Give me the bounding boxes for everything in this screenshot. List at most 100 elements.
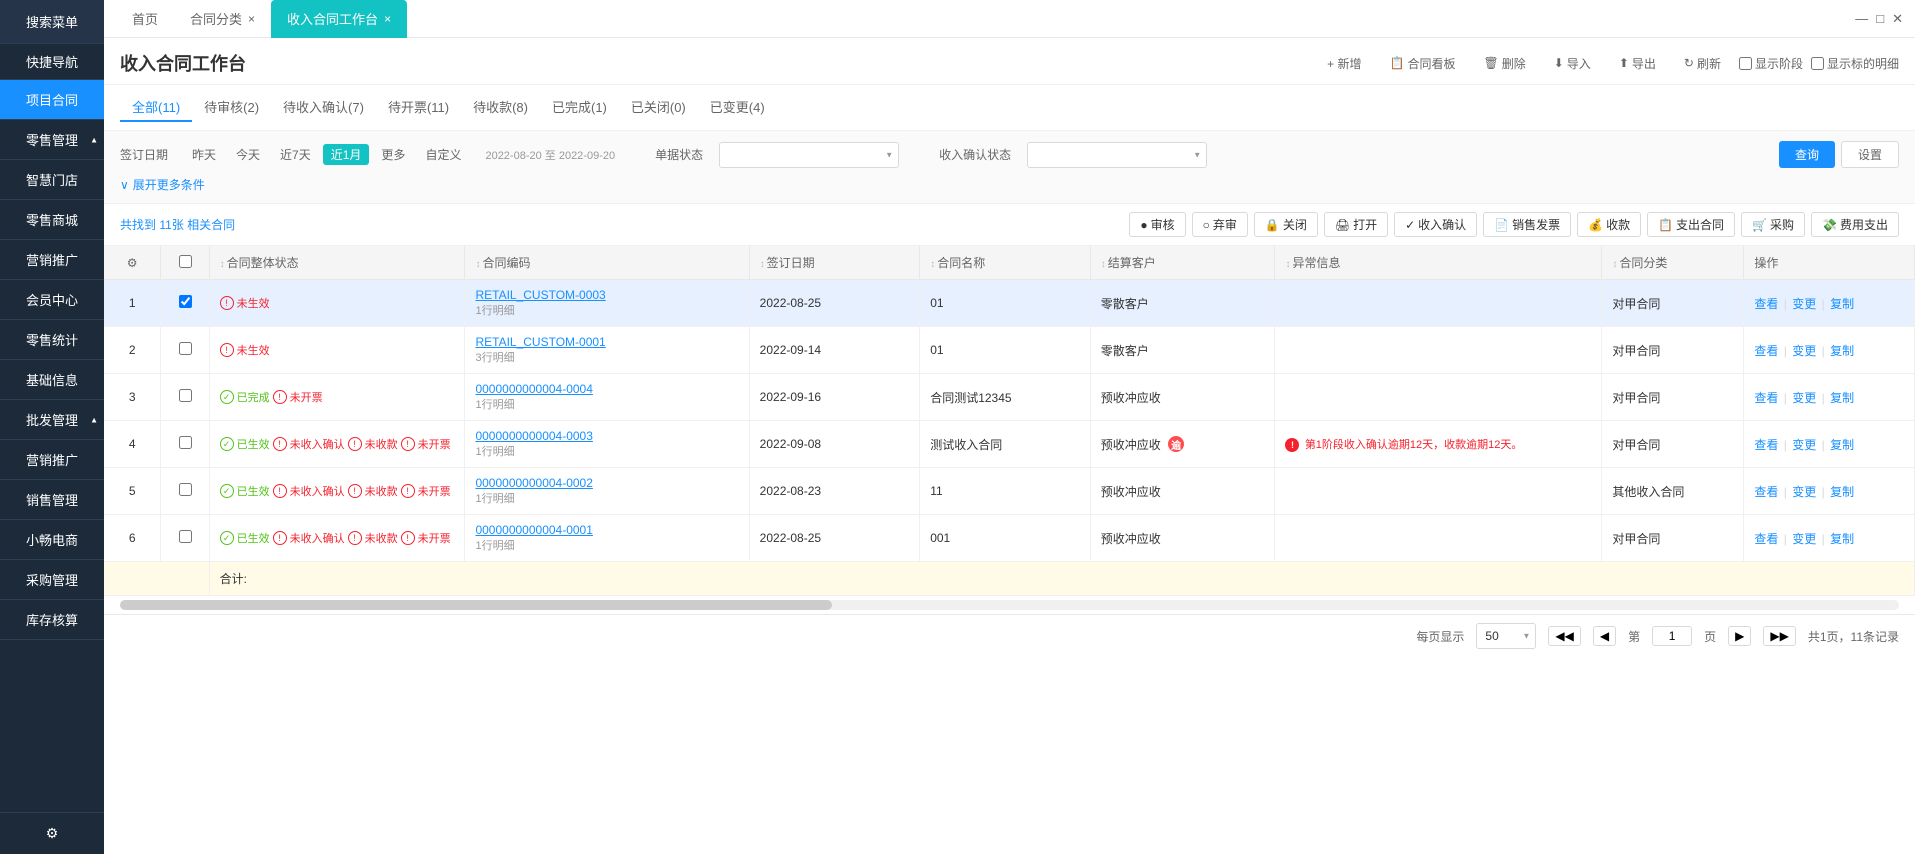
edit-link-6[interactable]: 变更: [1792, 532, 1816, 546]
tab-contract-type[interactable]: 合同分类 ×: [174, 0, 271, 38]
view-link-6[interactable]: 查看: [1754, 532, 1778, 546]
sidebar-item-member[interactable]: 会员中心: [0, 280, 104, 320]
income-confirm-select[interactable]: [1027, 142, 1207, 168]
scrollbar-thumb[interactable]: [120, 600, 832, 610]
first-page-btn[interactable]: ◀◀: [1548, 626, 1580, 646]
close-btn[interactable]: ✕: [1892, 11, 1903, 27]
date-btn-today[interactable]: 今天: [228, 144, 268, 165]
filter-tab-changed[interactable]: 已变更(4): [698, 93, 777, 122]
edit-link-2[interactable]: 变更: [1792, 344, 1816, 358]
sidebar-item-xiaochu[interactable]: 小畅电商: [0, 520, 104, 560]
sidebar-nav[interactable]: 快捷导航: [0, 44, 104, 80]
row-check-5[interactable]: [161, 468, 209, 515]
sidebar-search[interactable]: 搜索菜单: [0, 0, 104, 44]
col-header-customer[interactable]: 结算客户: [1090, 246, 1275, 280]
row-check-4[interactable]: [161, 421, 209, 468]
date-btn-7days[interactable]: 近7天: [272, 144, 319, 165]
col-header-date[interactable]: 签订日期: [749, 246, 920, 280]
import-button[interactable]: ⬇ 导入: [1544, 51, 1601, 76]
contract-code-link-4[interactable]: 0000000000004-0003: [475, 429, 592, 443]
contract-code-link-1[interactable]: RETAIL_CUSTOM-0003: [475, 288, 605, 302]
edit-link-4[interactable]: 变更: [1792, 438, 1816, 452]
copy-link-4[interactable]: 复制: [1830, 438, 1854, 452]
view-link-1[interactable]: 查看: [1754, 297, 1778, 311]
refresh-button[interactable]: ↻ 刷新: [1674, 51, 1731, 76]
tab-income-workbench-close[interactable]: ×: [384, 12, 391, 26]
contract-board-button[interactable]: 📋 合同看板: [1380, 51, 1466, 76]
row-check-1[interactable]: [161, 280, 209, 327]
sidebar-item-retail-mgmt[interactable]: 零售管理: [0, 120, 104, 160]
copy-link-1[interactable]: 复制: [1830, 297, 1854, 311]
sidebar-item-sales-mgmt[interactable]: 销售管理: [0, 480, 104, 520]
page-input[interactable]: [1652, 626, 1692, 646]
sidebar-item-marketing[interactable]: 营销推广: [0, 240, 104, 280]
expense-button[interactable]: 💸 费用支出: [1811, 212, 1899, 237]
payment-button[interactable]: 💰 收款: [1577, 212, 1641, 237]
copy-link-5[interactable]: 复制: [1830, 485, 1854, 499]
sidebar-item-wholesale[interactable]: 批发管理: [0, 400, 104, 440]
next-page-btn[interactable]: ▶: [1728, 626, 1751, 646]
col-header-gear[interactable]: ⚙: [104, 246, 161, 280]
date-btn-yesterday[interactable]: 昨天: [184, 144, 224, 165]
copy-link-2[interactable]: 复制: [1830, 344, 1854, 358]
out-contract-button[interactable]: 📋 支出合同: [1647, 212, 1735, 237]
filter-tab-closed[interactable]: 已关闭(0): [619, 93, 698, 122]
sidebar-item-inventory[interactable]: 库存核算: [0, 600, 104, 640]
filter-tab-pending-invoice[interactable]: 待开票(11): [376, 93, 461, 122]
filter-tab-pending-review[interactable]: 待审核(2): [192, 93, 271, 122]
show-stages-checkbox[interactable]: 显示阶段: [1739, 55, 1803, 72]
col-header-check[interactable]: [161, 246, 209, 280]
date-btn-custom[interactable]: 自定义: [417, 144, 469, 165]
sidebar-item-mkt-promo[interactable]: 营销推广: [0, 440, 104, 480]
filter-tab-pending-confirm[interactable]: 待收入确认(7): [271, 93, 376, 122]
view-link-5[interactable]: 查看: [1754, 485, 1778, 499]
copy-link-3[interactable]: 复制: [1830, 391, 1854, 405]
new-button[interactable]: + 新增: [1317, 51, 1371, 76]
prev-page-btn[interactable]: ◀: [1593, 626, 1616, 646]
sidebar-settings[interactable]: ⚙: [0, 812, 104, 854]
edit-link-3[interactable]: 变更: [1792, 391, 1816, 405]
sidebar-item-retail-mall[interactable]: 零售商城: [0, 200, 104, 240]
sidebar-item-retail-stats[interactable]: 零售统计: [0, 320, 104, 360]
filter-tab-all[interactable]: 全部(11): [120, 93, 192, 122]
minimize-btn[interactable]: —: [1855, 11, 1868, 26]
filter-tab-completed[interactable]: 已完成(1): [540, 93, 619, 122]
delete-button[interactable]: 🗑 删除: [1473, 51, 1535, 76]
sidebar-item-purchase[interactable]: 采购管理: [0, 560, 104, 600]
contract-code-link-6[interactable]: 0000000000004-0001: [475, 523, 592, 537]
doc-status-select[interactable]: [719, 142, 899, 168]
row-check-3[interactable]: [161, 374, 209, 421]
sidebar-item-basic-info[interactable]: 基础信息: [0, 360, 104, 400]
expand-conditions-btn[interactable]: ∨ 展开更多条件: [120, 176, 205, 193]
date-btn-more[interactable]: 更多: [373, 144, 413, 165]
sales-invoice-button[interactable]: 📄 销售发票: [1483, 212, 1571, 237]
select-all-checkbox[interactable]: [179, 255, 192, 268]
income-confirm-button[interactable]: ✓ 收入确认: [1394, 212, 1477, 237]
tab-income-workbench[interactable]: 收入合同工作台 ×: [271, 0, 407, 38]
export-button[interactable]: ⬆ 导出: [1609, 51, 1666, 76]
sidebar-item-project[interactable]: 项目合同: [0, 80, 104, 120]
edit-link-5[interactable]: 变更: [1792, 485, 1816, 499]
filter-tab-pending-payment[interactable]: 待收款(8): [461, 93, 540, 122]
purchase-button[interactable]: 🛒 采购: [1741, 212, 1805, 237]
contract-code-link-5[interactable]: 0000000000004-0002: [475, 476, 592, 490]
view-link-4[interactable]: 查看: [1754, 438, 1778, 452]
col-header-status[interactable]: 合同整体状态: [209, 246, 465, 280]
tab-home[interactable]: 首页: [116, 0, 174, 38]
query-button[interactable]: 查询: [1779, 141, 1835, 168]
setting-button[interactable]: 设置: [1841, 141, 1899, 168]
tab-contract-type-close[interactable]: ×: [248, 12, 255, 26]
horizontal-scrollbar[interactable]: [120, 600, 1899, 610]
col-header-error[interactable]: 异常信息: [1275, 246, 1602, 280]
view-link-3[interactable]: 查看: [1754, 391, 1778, 405]
row-check-6[interactable]: [161, 515, 209, 562]
col-header-category[interactable]: 合同分类: [1602, 246, 1744, 280]
maximize-btn[interactable]: □: [1876, 11, 1884, 26]
row-check-2[interactable]: [161, 327, 209, 374]
copy-link-6[interactable]: 复制: [1830, 532, 1854, 546]
page-size-select[interactable]: 50: [1476, 623, 1536, 649]
sidebar-item-smart-store[interactable]: 智慧门店: [0, 160, 104, 200]
close-contract-button[interactable]: 🔒 关闭: [1254, 212, 1318, 237]
view-link-2[interactable]: 查看: [1754, 344, 1778, 358]
abandon-button[interactable]: ○ 弃审: [1192, 212, 1248, 237]
